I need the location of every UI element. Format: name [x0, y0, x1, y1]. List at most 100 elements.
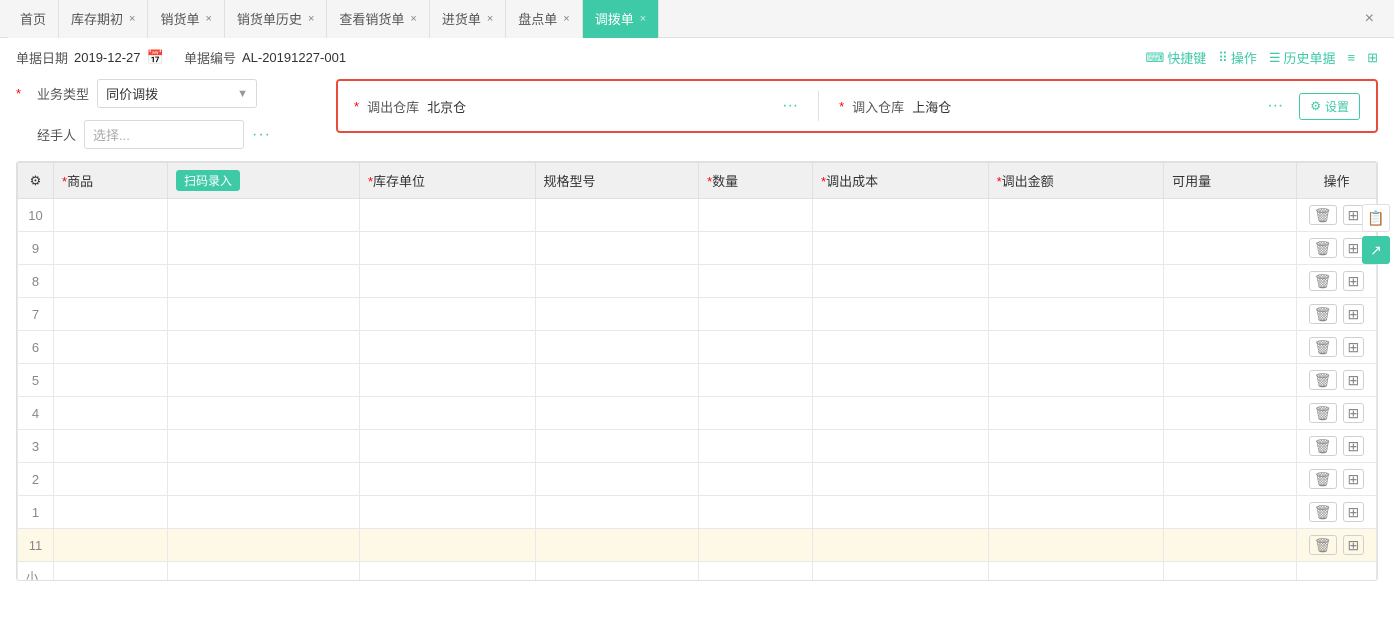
row-goods-9[interactable]: [54, 232, 168, 265]
row-unit-1[interactable]: [359, 496, 535, 529]
copy-icon-7[interactable]: ⊞: [1343, 304, 1365, 324]
row-amount-6[interactable]: [988, 331, 1164, 364]
settings-button[interactable]: ⚙ 设置: [1299, 93, 1360, 120]
business-type-select[interactable]: 同价调拨 ▼: [97, 79, 257, 108]
handler-more-btn[interactable]: ···: [252, 126, 271, 144]
operate-btn[interactable]: ⠿ 操作: [1218, 48, 1257, 67]
row-cost-6[interactable]: [813, 331, 989, 364]
subtotal-delete-icon[interactable]: 🗑: [1309, 535, 1337, 555]
tab-stocktake[interactable]: 盘点单 ×: [506, 0, 582, 38]
row-qty-8[interactable]: [699, 265, 813, 298]
row-goods-10[interactable]: [54, 199, 168, 232]
row-goods-4[interactable]: [54, 397, 168, 430]
scan-entry-button[interactable]: 扫码录入: [176, 170, 240, 191]
row-cost-1[interactable]: [813, 496, 989, 529]
row-unit-10[interactable]: [359, 199, 535, 232]
layout-btn1[interactable]: ≡: [1348, 50, 1356, 65]
calendar-icon[interactable]: 📅: [147, 49, 164, 66]
row-spec-10[interactable]: [535, 199, 699, 232]
row-qty-2[interactable]: [699, 463, 813, 496]
tab-home[interactable]: 首页: [8, 0, 59, 38]
row-unit-9[interactable]: [359, 232, 535, 265]
history-btn[interactable]: ☰ 历史单据: [1269, 48, 1336, 67]
row-cost-7[interactable]: [813, 298, 989, 331]
row-goods-1[interactable]: [54, 496, 168, 529]
row-spec-2[interactable]: [535, 463, 699, 496]
row-available-6[interactable]: [1164, 331, 1297, 364]
row-available-5[interactable]: [1164, 364, 1297, 397]
row-qty-4[interactable]: [699, 397, 813, 430]
row-available-9[interactable]: [1164, 232, 1297, 265]
tab-sales-history[interactable]: 销货单历史 ×: [225, 0, 327, 38]
warehouse-out-more-btn[interactable]: ···: [782, 97, 798, 115]
row-spec-8[interactable]: [535, 265, 699, 298]
close-tab-sales-order[interactable]: ×: [205, 13, 211, 25]
tab-inventory-init[interactable]: 库存期初 ×: [59, 0, 148, 38]
row-available-7[interactable]: [1164, 298, 1297, 331]
row-cost-10[interactable]: [813, 199, 989, 232]
col-gear[interactable]: ⚙: [18, 163, 54, 199]
sidebar-export-btn[interactable]: ↗: [1362, 236, 1390, 264]
row-amount-10[interactable]: [988, 199, 1164, 232]
row-spec-3[interactable]: [535, 430, 699, 463]
row-goods-2[interactable]: [54, 463, 168, 496]
row-spec-6[interactable]: [535, 331, 699, 364]
row-amount-9[interactable]: [988, 232, 1164, 265]
row-spec-9[interactable]: [535, 232, 699, 265]
row-spec-5[interactable]: [535, 364, 699, 397]
delete-icon-9[interactable]: 🗑: [1309, 238, 1337, 258]
delete-icon-7[interactable]: 🗑: [1309, 304, 1337, 324]
layout-btn2[interactable]: ⊞: [1367, 50, 1378, 66]
row-amount-4[interactable]: [988, 397, 1164, 430]
row-cost-9[interactable]: [813, 232, 989, 265]
row-amount-5[interactable]: [988, 364, 1164, 397]
row-goods-5[interactable]: [54, 364, 168, 397]
copy-icon-5[interactable]: ⊞: [1343, 370, 1365, 390]
row-qty-6[interactable]: [699, 331, 813, 364]
copy-icon-4[interactable]: ⊞: [1343, 403, 1365, 423]
tab-view-sales[interactable]: 查看销货单 ×: [327, 0, 429, 38]
tab-sales-order[interactable]: 销货单 ×: [148, 0, 224, 38]
row-cost-8[interactable]: [813, 265, 989, 298]
row-unit-4[interactable]: [359, 397, 535, 430]
row-spec-7[interactable]: [535, 298, 699, 331]
row-available-8[interactable]: [1164, 265, 1297, 298]
row-qty-1[interactable]: [699, 496, 813, 529]
row-goods-6[interactable]: [54, 331, 168, 364]
close-tab-purchase[interactable]: ×: [487, 13, 493, 25]
close-tab-stocktake[interactable]: ×: [563, 13, 569, 25]
row-cost-4[interactable]: [813, 397, 989, 430]
row-qty-7[interactable]: [699, 298, 813, 331]
delete-icon-1[interactable]: 🗑: [1309, 502, 1337, 522]
row-qty-9[interactable]: [699, 232, 813, 265]
row-spec-1[interactable]: [535, 496, 699, 529]
close-tab-inventory-init[interactable]: ×: [129, 13, 135, 25]
row-qty-3[interactable]: [699, 430, 813, 463]
row-unit-3[interactable]: [359, 430, 535, 463]
row-available-3[interactable]: [1164, 430, 1297, 463]
delete-icon-6[interactable]: 🗑: [1309, 337, 1337, 357]
row-available-1[interactable]: [1164, 496, 1297, 529]
close-tab-view-sales[interactable]: ×: [410, 13, 416, 25]
row-amount-8[interactable]: [988, 265, 1164, 298]
close-tab-transfer[interactable]: ×: [640, 13, 646, 25]
delete-icon-2[interactable]: 🗑: [1309, 469, 1337, 489]
handler-select[interactable]: 选择...: [84, 120, 244, 149]
row-goods-3[interactable]: [54, 430, 168, 463]
row-available-4[interactable]: [1164, 397, 1297, 430]
delete-icon-4[interactable]: 🗑: [1309, 403, 1337, 423]
row-amount-3[interactable]: [988, 430, 1164, 463]
row-unit-8[interactable]: [359, 265, 535, 298]
delete-icon-10[interactable]: 🗑: [1309, 205, 1337, 225]
row-available-10[interactable]: [1164, 199, 1297, 232]
warehouse-in-more-btn[interactable]: ···: [1267, 97, 1283, 115]
row-unit-2[interactable]: [359, 463, 535, 496]
close-all-tabs[interactable]: ×: [1353, 10, 1386, 28]
row-qty-10[interactable]: [699, 199, 813, 232]
row-goods-8[interactable]: [54, 265, 168, 298]
row-cost-5[interactable]: [813, 364, 989, 397]
subtotal-copy-icon[interactable]: ⊞: [1343, 535, 1365, 555]
row-cost-2[interactable]: [813, 463, 989, 496]
row-unit-7[interactable]: [359, 298, 535, 331]
tab-purchase[interactable]: 进货单 ×: [430, 0, 506, 38]
